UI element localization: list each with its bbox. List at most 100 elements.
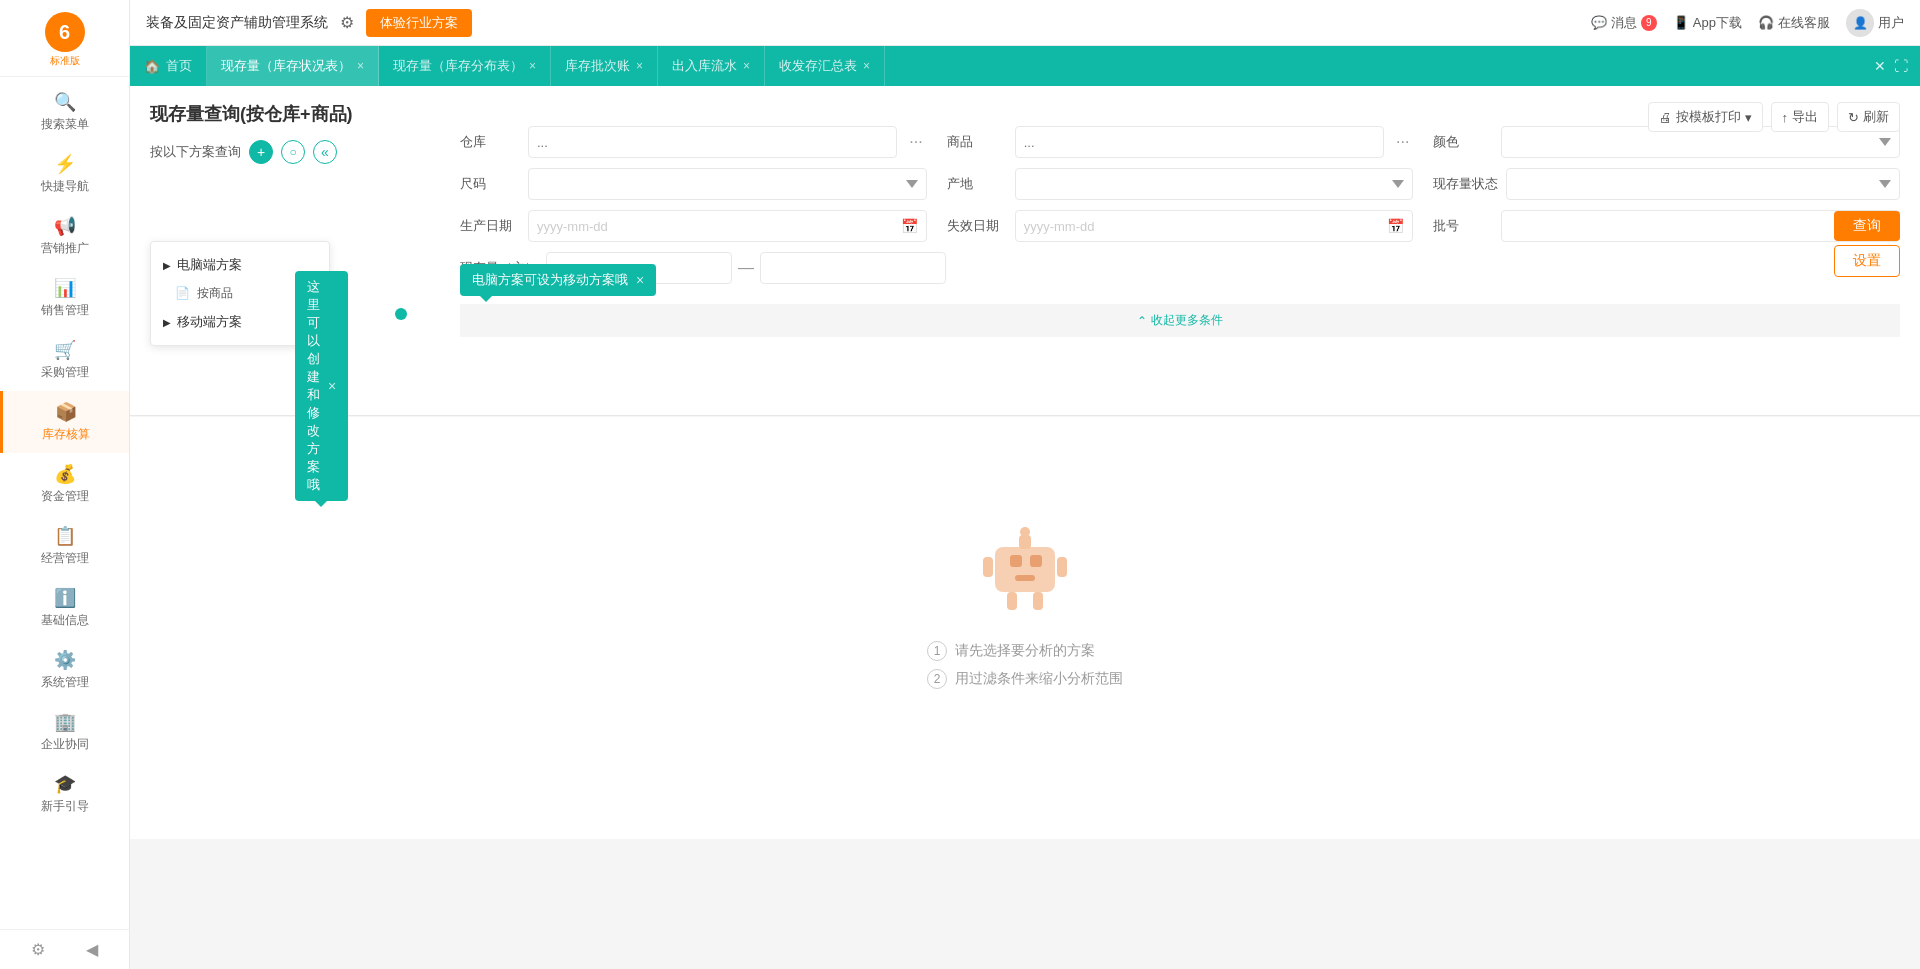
search-button[interactable]: 查询 [1834,211,1900,241]
svg-rect-4 [1019,535,1031,549]
sidebar-item-marketing[interactable]: 📢 营销推广 [0,205,129,267]
chevron-left-icon: « [321,144,329,160]
page-title: 现存量查询(按仓库+商品) [150,102,1900,126]
tab-stock-dist[interactable]: 现存量（库存分布表） × [379,46,551,86]
tip-num-1: 1 [927,641,947,661]
search-btn-area: 查询 设置 [1834,211,1900,277]
tab-inout-flow[interactable]: 出入库流水 × [658,46,765,86]
message-label: 消息 [1611,14,1637,32]
empty-illustration [975,517,1075,621]
message-action[interactable]: 💬 消息 9 [1591,14,1657,32]
stock-range-max[interactable] [760,252,946,284]
tab-close-inout-flow[interactable]: × [743,59,750,73]
sidebar-item-sales[interactable]: 📊 销售管理 [0,267,129,329]
system-icon: ⚙️ [54,649,76,671]
header-left: 装备及固定资产辅助管理系统 ⚙ 体验行业方案 [146,9,472,37]
phone-icon: 📱 [1673,15,1689,30]
sidebar-item-purchase[interactable]: 🛒 采购管理 [0,329,129,391]
tip-text-1: 请先选择要分析的方案 [955,642,1095,660]
user-name: 用户 [1878,14,1904,32]
online-support-action[interactable]: 🎧 在线客服 [1758,14,1830,32]
edit-icon: ○ [289,145,296,159]
scheme-item-label: 按商品 [197,286,233,300]
sidebar-item-label: 基础信息 [41,612,89,629]
sidebar-item-finance[interactable]: 💰 资金管理 [0,453,129,515]
tree-item-icon: 📄 [175,286,190,300]
refresh-button[interactable]: ↻ 刷新 [1837,102,1900,132]
quick-nav-icon: ⚡ [54,153,76,175]
expire-date-input[interactable]: yyyy-mm-dd 📅 [1015,210,1414,242]
tab-batch-account[interactable]: 库存批次账 × [551,46,658,86]
setting-button[interactable]: 设置 [1834,245,1900,277]
production-date-label: 生产日期 [460,217,520,235]
sidebar-item-stock[interactable]: 📦 库存核算 [0,391,129,453]
user-profile-action[interactable]: 👤 用户 [1846,9,1904,37]
filter-row-3: 生产日期 yyyy-mm-dd 📅 失效日期 yyyy-mm-dd 📅 [460,210,1900,242]
empty-tips: 1 请先选择要分析的方案 2 用过滤条件来缩小分析范围 [927,641,1123,689]
tab-stock-dist-label: 现存量（库存分布表） [393,57,523,75]
tree-expand-icon: ▶ [163,260,171,271]
sidebar-item-label: 系统管理 [41,674,89,691]
origin-select[interactable] [1015,168,1414,200]
empty-tip-2: 2 用过滤条件来缩小分析范围 [927,669,1123,689]
sidebar-item-search-menu[interactable]: 🔍 搜索菜单 [0,81,129,143]
stock-status-select[interactable] [1506,168,1900,200]
filter-size: 尺码 [460,168,927,200]
expire-date-calendar-icon[interactable]: 📅 [1387,218,1404,234]
tab-close-receive-summary[interactable]: × [863,59,870,73]
svg-rect-8 [1007,592,1017,610]
svg-rect-2 [1030,555,1042,567]
sidebar-item-operations[interactable]: 📋 经营管理 [0,515,129,577]
sidebar-item-enterprise[interactable]: 🏢 企业协同 [0,701,129,763]
filter-expire-date: 失效日期 yyyy-mm-dd 📅 [947,210,1414,242]
tab-fullscreen-icon[interactable]: ⛶ [1894,58,1908,74]
tooltip1-close-button[interactable]: × [636,272,644,288]
tab-home[interactable]: 🏠 首页 [130,46,207,86]
export-button[interactable]: ↑ 导出 [1771,102,1830,132]
scheme-tree-pc-label: 电脑端方案 [177,256,242,274]
app-download-action[interactable]: 📱 App下载 [1673,14,1742,32]
size-select[interactable] [528,168,927,200]
filter-stock-status: 现存量状态 [1433,168,1900,200]
tab-home-label: 首页 [166,57,192,75]
sidebar-item-system[interactable]: ⚙️ 系统管理 [0,639,129,701]
collapse-sidebar-icon[interactable]: ◀ [86,940,98,959]
tooltip2-close-button[interactable]: × [328,378,336,394]
tab-close-stock-status[interactable]: × [357,59,364,73]
sidebar-item-label: 资金管理 [41,488,89,505]
add-scheme-button[interactable]: + [249,140,273,164]
tooltip1-text: 电脑方案可设为移动方案哦 [472,271,628,289]
tooltip-pc-to-mobile: 电脑方案可设为移动方案哦 × [460,264,656,296]
production-date-input[interactable]: yyyy-mm-dd 📅 [528,210,927,242]
sidebar-item-basic-info[interactable]: ℹ️ 基础信息 [0,577,129,639]
edit-scheme-button[interactable]: ○ [281,140,305,164]
tab-close-stock-dist[interactable]: × [529,59,536,73]
settings-gear-icon[interactable]: ⚙ [340,13,354,32]
logo-subtitle: 标准版 [50,54,80,68]
tab-close-batch-account[interactable]: × [636,59,643,73]
sidebar-item-quick-nav[interactable]: ⚡ 快捷导航 [0,143,129,205]
empty-tip-1: 1 请先选择要分析的方案 [927,641,1123,661]
sidebar-item-newbie[interactable]: 🎓 新手引导 [0,763,129,825]
sales-icon: 📊 [54,277,76,299]
basic-info-icon: ℹ️ [54,587,76,609]
sidebar-nav: 🔍 搜索菜单 ⚡ 快捷导航 📢 营销推广 📊 销售管理 🛒 采购管理 📦 库存核… [0,77,129,929]
tab-bar: 🏠 首页 现存量（库存状况表） × 现存量（库存分布表） × 库存批次账 × 出… [130,46,1920,86]
svg-rect-7 [1057,557,1067,577]
collapse-bar[interactable]: ⌃ 收起更多条件 [460,304,1900,337]
tip-num-2: 2 [927,669,947,689]
trial-button[interactable]: 体验行业方案 [366,9,472,37]
tab-close-all-icon[interactable]: ✕ [1874,58,1886,74]
template-print-button[interactable]: 🖨 按模板打印 ▾ [1648,102,1763,132]
tab-inout-flow-label: 出入库流水 [672,57,737,75]
arrow-left-button[interactable]: « [313,140,337,164]
operations-icon: 📋 [54,525,76,547]
tab-receive-summary[interactable]: 收发存汇总表 × [765,46,885,86]
finance-icon: 💰 [54,463,76,485]
tab-stock-status[interactable]: 现存量（库存状况表） × [207,46,379,86]
settings-icon[interactable]: ⚙ [31,940,45,959]
sidebar-item-label: 库存核算 [42,426,90,443]
search-menu-icon: 🔍 [54,91,76,113]
sidebar-item-label: 采购管理 [41,364,89,381]
production-date-calendar-icon[interactable]: 📅 [901,218,918,234]
